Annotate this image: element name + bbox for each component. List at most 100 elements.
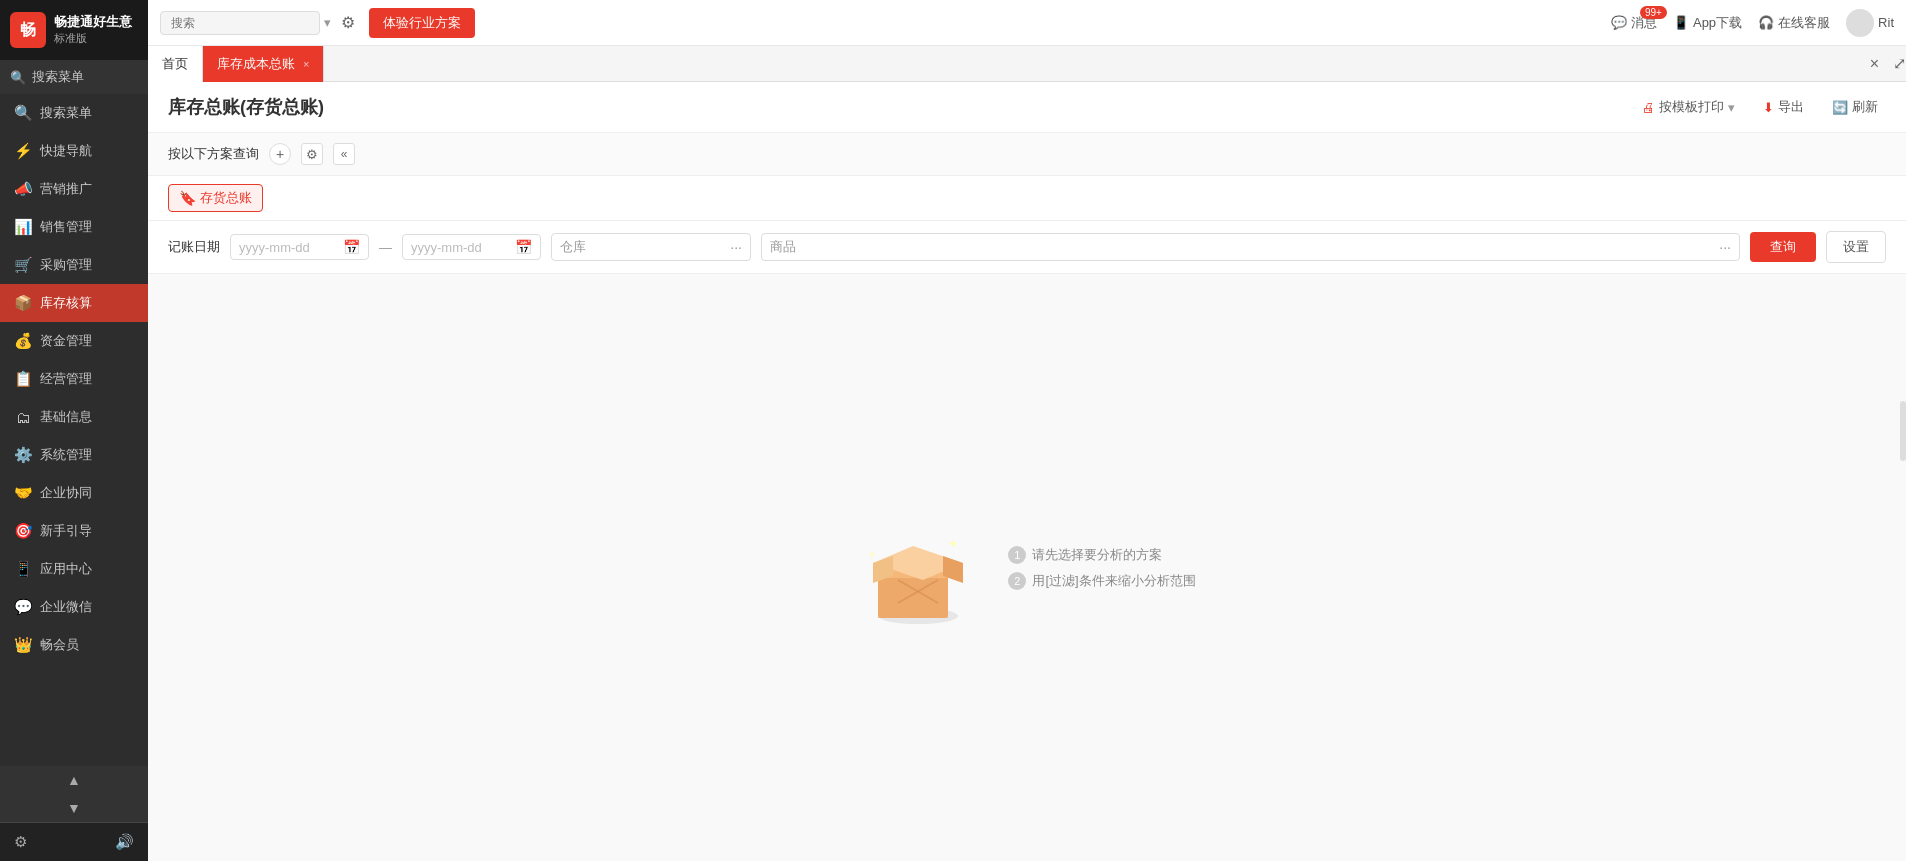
online-service-btn[interactable]: 🎧 在线客服	[1758, 14, 1830, 32]
user-avatar-area[interactable]: Rit	[1846, 9, 1894, 37]
date-from-input[interactable]	[239, 240, 339, 255]
service-label: 在线客服	[1778, 14, 1830, 32]
sidebar-item-search[interactable]: 🔍搜索菜单	[0, 94, 148, 132]
sidebar-item-inventory[interactable]: 📦库存核算	[0, 284, 148, 322]
sidebar-item-purchase[interactable]: 🛒采购管理	[0, 246, 148, 284]
service-icon: 🎧	[1758, 15, 1774, 30]
content-area: 库存总账(存货总账) 🖨 按模板打印 ▾ ⬇ 导出 🔄 刷新	[148, 82, 1906, 861]
calendar-to-icon[interactable]: 📅	[515, 239, 532, 255]
cooperation-icon: 🤝	[14, 484, 32, 502]
sidebar-item-shortcut[interactable]: ⚡快捷导航	[0, 132, 148, 170]
sidebar-item-sales[interactable]: 📊销售管理	[0, 208, 148, 246]
message-icon: 💬	[1611, 15, 1627, 30]
sidebar-item-cooperation[interactable]: 🤝企业协同	[0, 474, 148, 512]
print-icon: 🖨	[1642, 100, 1655, 115]
resize-handle[interactable]	[1900, 401, 1906, 461]
filter-collapse-btn[interactable]: «	[333, 143, 355, 165]
scheme-icon: 🔖	[179, 190, 196, 206]
panel-expand-icon[interactable]: ⤢	[1893, 54, 1906, 73]
sidebar-item-label-finance: 资金管理	[40, 332, 92, 350]
goods-select[interactable]: 商品 ···	[761, 233, 1740, 261]
date-to-wrap: 📅	[402, 234, 541, 260]
sidebar-item-label-marketing: 营销推广	[40, 180, 92, 198]
empty-line-2: 2 用[过滤]条件来缩小分析范围	[1008, 572, 1195, 590]
sidebar-item-basic[interactable]: 🗂基础信息	[0, 398, 148, 436]
sidebar-item-label-newbie: 新手引导	[40, 522, 92, 540]
sidebar-item-system[interactable]: ⚙️系统管理	[0, 436, 148, 474]
sidebar-item-label-appstore: 应用中心	[40, 560, 92, 578]
sidebar-item-label-member: 畅会员	[40, 636, 79, 654]
date-to-input[interactable]	[411, 240, 511, 255]
app-download-btn[interactable]: 📱 App下载	[1673, 14, 1742, 32]
app-download-icon: 📱	[1673, 15, 1689, 30]
sidebar-item-label-inventory: 库存核算	[40, 294, 92, 312]
wechat-icon: 💬	[14, 598, 32, 616]
sidebar-item-newbie[interactable]: 🎯新手引导	[0, 512, 148, 550]
sidebar-item-member[interactable]: 👑 畅会员	[0, 626, 148, 664]
logo-icon: 畅	[10, 12, 46, 48]
empty-num-2: 2	[1008, 572, 1026, 590]
scheme-tag[interactable]: 🔖 存货总账	[168, 184, 263, 212]
audio-footer-icon[interactable]: 🔊	[115, 833, 134, 851]
print-btn[interactable]: 🖨 按模板打印 ▾	[1634, 94, 1743, 120]
tab-close-icon[interactable]: ×	[303, 58, 309, 70]
sidebar-item-marketing[interactable]: 📣 营销推广	[0, 170, 148, 208]
topbar-settings-icon[interactable]: ⚙	[341, 13, 355, 32]
refresh-btn[interactable]: 🔄 刷新	[1824, 94, 1886, 120]
filter-row: 按以下方案查询 + ⚙ «	[168, 143, 1886, 165]
messages-btn[interactable]: 💬 消息 99+	[1611, 14, 1657, 32]
empty-num-1: 1	[1008, 546, 1026, 564]
sidebar-item-label-purchase: 采购管理	[40, 256, 92, 274]
app-name: 畅捷通好生意	[54, 14, 132, 31]
warehouse-more-icon: ···	[730, 239, 742, 255]
sales-icon: 📊	[14, 218, 32, 236]
dropdown-icon[interactable]: ▾	[324, 15, 331, 30]
app-download-label: App下载	[1693, 14, 1742, 32]
tab-inventory-ledger[interactable]: 库存成本总账 ×	[203, 46, 324, 82]
calendar-from-icon[interactable]: 📅	[343, 239, 360, 255]
filter-area: 按以下方案查询 + ⚙ «	[148, 133, 1906, 176]
sidebar-item-label-wechat: 企业微信	[40, 598, 92, 616]
search-label: 搜索菜单	[32, 68, 84, 86]
svg-text:✦: ✦	[948, 537, 958, 551]
sidebar-item-label-operations: 经营管理	[40, 370, 92, 388]
settings-btn[interactable]: 设置	[1826, 231, 1886, 263]
sidebar: 畅 畅捷通好生意 标准版 🔍 搜索菜单 🔍搜索菜单⚡快捷导航 📣 营销推广 📊销售管理…	[0, 0, 148, 861]
refresh-label: 刷新	[1852, 98, 1878, 116]
sidebar-item-appstore[interactable]: 📱应用中心	[0, 550, 148, 588]
sidebar-item-operations[interactable]: 📋经营管理	[0, 360, 148, 398]
sidebar-item-finance[interactable]: 💰资金管理	[0, 322, 148, 360]
sidebar-scroll-down[interactable]: ▼	[0, 794, 148, 822]
empty-tip-2: 用[过滤]条件来缩小分析范围	[1032, 572, 1195, 590]
sidebar-scroll-up[interactable]: ▲	[0, 766, 148, 794]
sidebar-search[interactable]: 🔍 搜索菜单	[0, 60, 148, 94]
refresh-icon: 🔄	[1832, 100, 1848, 115]
tab-home-label: 首页	[162, 55, 188, 73]
print-label: 按模板打印	[1659, 98, 1724, 116]
filter-add-btn[interactable]: +	[269, 143, 291, 165]
user-name: Rit	[1878, 15, 1894, 30]
message-badge: 99+	[1640, 6, 1667, 19]
goods-more-icon: ···	[1719, 239, 1731, 255]
query-btn[interactable]: 查询	[1750, 232, 1816, 262]
sidebar-item-wechat[interactable]: 💬 企业微信	[0, 588, 148, 626]
warehouse-select[interactable]: 仓库 ···	[551, 233, 751, 261]
export-btn[interactable]: ⬇ 导出	[1755, 94, 1812, 120]
date-separator: —	[379, 240, 392, 255]
basic-icon: 🗂	[14, 409, 32, 426]
tab-inventory-ledger-label: 库存成本总账	[217, 55, 295, 73]
empty-illustration: ✦ ✦	[858, 508, 978, 628]
empty-state: ✦ ✦ 1 请先选择要分析的方案 2 用[过滤]条件来缩小分析范围	[148, 274, 1906, 861]
app-logo: 畅 畅捷通好生意 标准版	[0, 0, 148, 60]
industry-btn[interactable]: 体验行业方案	[369, 8, 475, 38]
topbar-search-input[interactable]	[160, 11, 320, 35]
tab-home[interactable]: 首页	[148, 46, 203, 82]
shortcut-icon: ⚡	[14, 142, 32, 160]
settings-footer-icon[interactable]: ⚙	[14, 833, 27, 851]
page-title: 库存总账(存货总账)	[168, 95, 324, 119]
marketing-icon: 📣	[14, 180, 32, 198]
panel-close-btn[interactable]: ×	[1860, 55, 1889, 73]
member-icon: 👑	[14, 636, 32, 654]
filter-scheme-btn[interactable]: ⚙	[301, 143, 323, 165]
export-label: 导出	[1778, 98, 1804, 116]
